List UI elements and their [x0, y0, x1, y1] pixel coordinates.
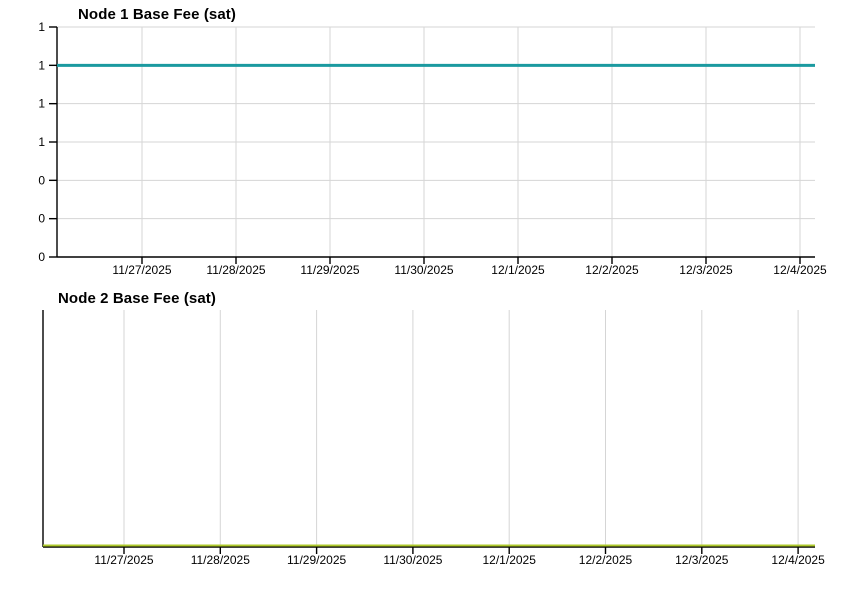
- x-tick-label: 11/27/2025: [112, 263, 171, 277]
- x-tick-label: 11/29/2025: [287, 553, 346, 567]
- node-2-chart-canvas: 11/27/2025 11/28/2025 11/29/2025 11/30/2025…: [42, 310, 825, 567]
- y-tick-label: 1: [38, 20, 45, 34]
- x-tick-label: 11/29/2025: [300, 263, 359, 277]
- x-tick-label: 11/27/2025: [94, 553, 153, 567]
- y-tick-label: 1: [38, 58, 45, 72]
- x-tick-label: 12/4/2025: [773, 263, 827, 277]
- x-tick-label: 11/28/2025: [191, 553, 250, 567]
- x-tick-label: 12/1/2025: [483, 553, 537, 567]
- node-1-base-fee-chart: Node 1 Base Fee (sat) 1 1 1 1 0 0 0 11/27/2025 1…: [0, 0, 860, 287]
- x-tick-label: 11/28/2025: [206, 263, 265, 277]
- y-tick-label: 0: [38, 250, 45, 264]
- x-tick-label: 12/3/2025: [679, 263, 733, 277]
- node-2-base-fee-chart: Node 2 Base Fee (sat) 11/27/2025 11/28/20…: [0, 287, 860, 600]
- y-tick-label: 0: [38, 173, 45, 187]
- y-tick-label: 0: [38, 212, 45, 226]
- y-tick-label: 1: [38, 97, 45, 111]
- x-tick-label: 11/30/2025: [383, 553, 442, 567]
- x-tick-label: 12/3/2025: [675, 553, 729, 567]
- x-tick-label: 12/2/2025: [585, 263, 639, 277]
- node-1-chart-canvas: 1 1 1 1 0 0 0 11/27/2025 11/28/2025 11/29/2025 11/…: [38, 20, 827, 277]
- x-tick-label: 12/2/2025: [579, 553, 633, 567]
- x-tick-label: 12/4/2025: [771, 553, 825, 567]
- x-tick-label: 11/30/2025: [394, 263, 453, 277]
- x-tick-label: 12/1/2025: [491, 263, 545, 277]
- y-tick-label: 1: [38, 135, 45, 149]
